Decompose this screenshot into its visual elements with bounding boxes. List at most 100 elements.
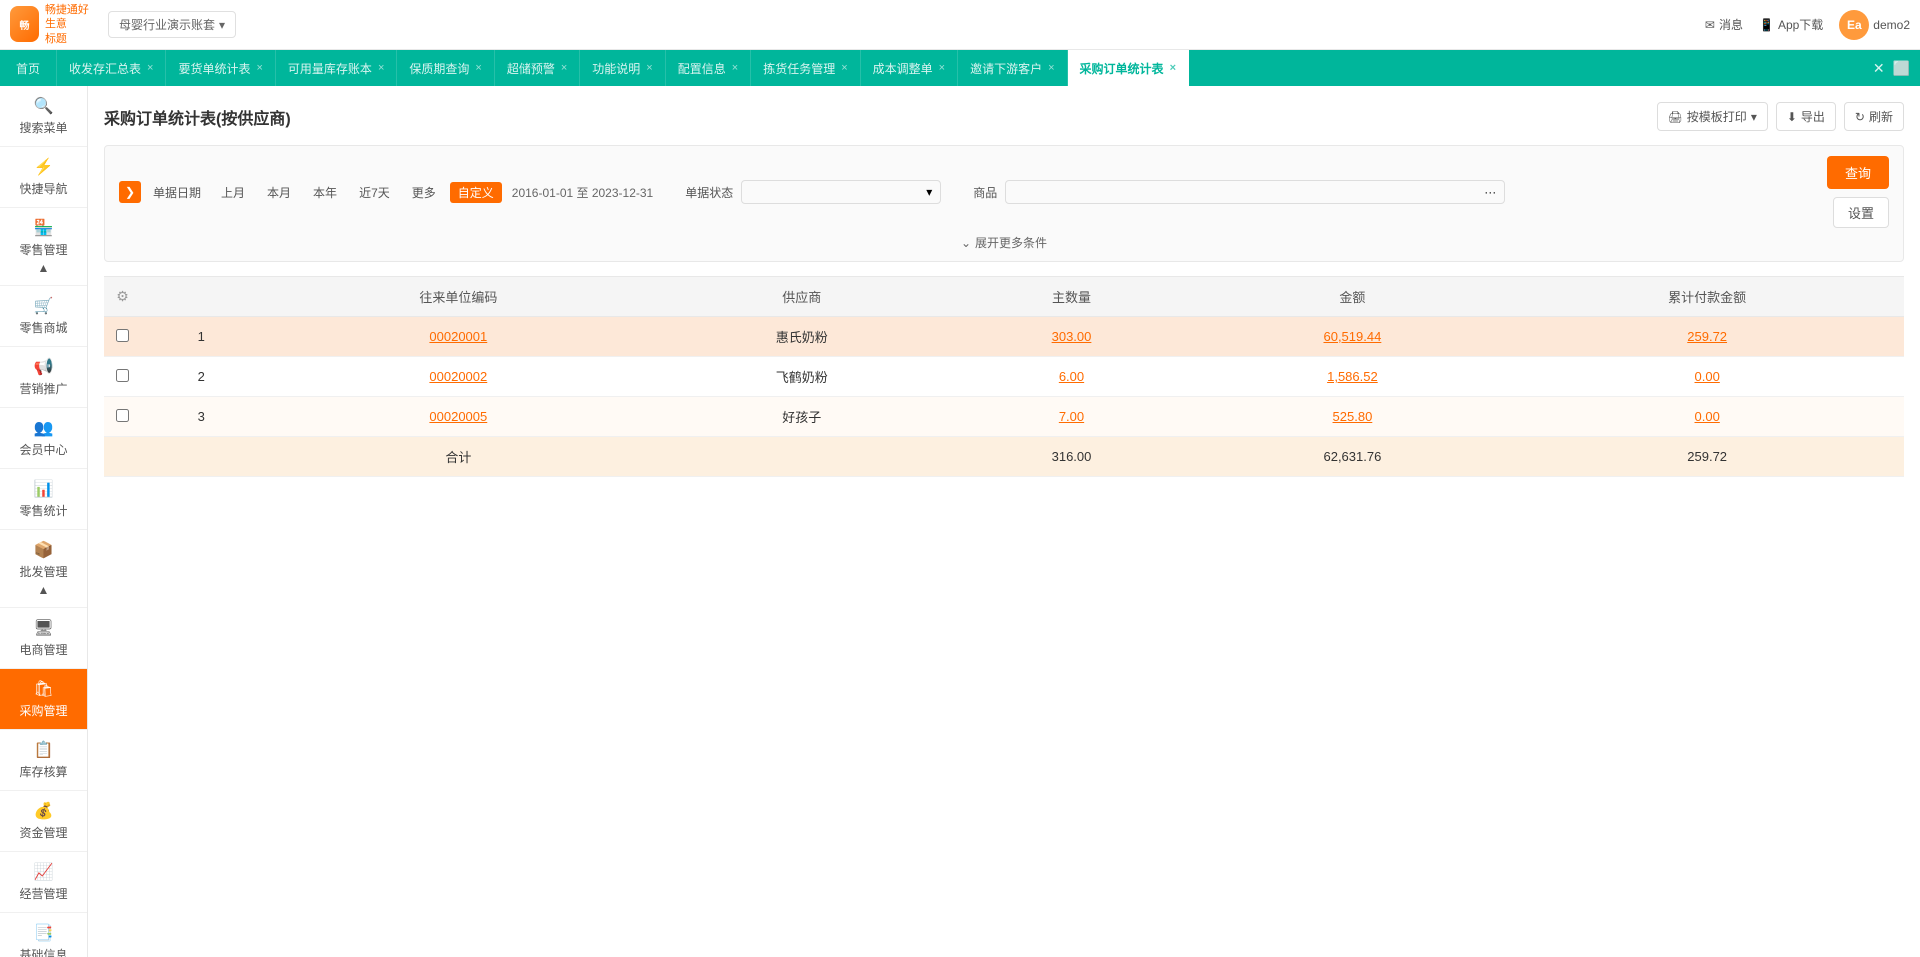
sidebar-item-retailstat[interactable]: 📊 零售统计 (0, 469, 87, 530)
row-checkbox[interactable] (104, 357, 141, 397)
row-quantity[interactable]: 7.00 (948, 397, 1194, 437)
purchase-icon: 🛍 (33, 679, 53, 699)
close-gongneng-icon[interactable]: × (646, 62, 652, 74)
tab-jianhuo[interactable]: 拣货任务管理 × (751, 50, 860, 86)
tab-gongneng[interactable]: 功能说明 × (580, 50, 665, 86)
row-quantity[interactable]: 303.00 (948, 317, 1194, 357)
tab-chaochu[interactable]: 超储预警 × (495, 50, 580, 86)
tab-yaoqing[interactable]: 邀请下游客户 × (958, 50, 1067, 86)
row-code[interactable]: 00020005 (262, 397, 656, 437)
row-amount[interactable]: 1,586.52 (1195, 357, 1511, 397)
goods-label: 商品 (973, 184, 997, 201)
th-index (141, 277, 262, 317)
sidebar-item-ecommerce[interactable]: 🖥 电商管理 (0, 608, 87, 669)
filter-toggle-button[interactable]: ❯ (119, 181, 141, 203)
close-all-icon[interactable]: ✕ (1873, 60, 1885, 77)
data-table: ⚙ 往来单位编码 供应商 主数量 金额 累计付款金额 1 00020001 惠氏… (104, 276, 1904, 477)
refresh-button[interactable]: ↻ 刷新 (1844, 102, 1904, 131)
sidebar-item-shop[interactable]: 🛒 零售商城 (0, 286, 87, 347)
row-checkbox[interactable] (104, 317, 141, 357)
app-download-button[interactable]: 📱 App下载 (1759, 16, 1823, 33)
row-code[interactable]: 00020002 (262, 357, 656, 397)
mobile-icon: 📱 (1759, 18, 1774, 32)
page-header: 采购订单统计表(按供应商) 🖨 按模板打印 ▾ ⬇ 导出 ↻ 刷新 (104, 102, 1904, 131)
tab-caigou[interactable]: 采购订单统计表 × (1068, 50, 1189, 86)
search-button[interactable]: 查询 (1827, 156, 1889, 189)
sidebar-item-operations[interactable]: 📈 经营管理 (0, 852, 87, 913)
main-layout: 🔍 搜索菜单 ⚡ 快捷导航 🏪 零售管理 ▲ 🛒 零售商城 📢 营销推广 👥 会… (0, 86, 1920, 957)
sidebar-item-wholesale[interactable]: 📦 批发管理 ▲ (0, 530, 87, 608)
footer-label: 合计 (262, 437, 656, 477)
row-amount[interactable]: 60,519.44 (1195, 317, 1511, 357)
date-btn-this-month[interactable]: 本月 (259, 182, 299, 203)
maximize-icon[interactable]: ⬜ (1893, 60, 1910, 77)
row-code[interactable]: 00020001 (262, 317, 656, 357)
sidebar-item-search[interactable]: 🔍 搜索菜单 (0, 86, 87, 147)
close-yaohuo-icon[interactable]: × (256, 62, 262, 74)
date-btn-7days[interactable]: 近7天 (351, 182, 398, 203)
close-baozhi-icon[interactable]: × (475, 62, 481, 74)
row-index: 3 (141, 397, 262, 437)
marketing-icon: 📢 (34, 357, 54, 377)
th-code: 往来单位编码 (262, 277, 656, 317)
row-paid[interactable]: 0.00 (1510, 357, 1904, 397)
row-supplier: 惠氏奶粉 (655, 317, 948, 357)
sidebar-item-inventory[interactable]: 📋 库存核算 (0, 730, 87, 791)
tab-yaohuo[interactable]: 要货单统计表 × (166, 50, 275, 86)
row-paid[interactable]: 0.00 (1510, 397, 1904, 437)
footer-quantity: 316.00 (948, 437, 1194, 477)
retail-arrow-icon: ▲ (38, 261, 50, 275)
row-paid[interactable]: 259.72 (1510, 317, 1904, 357)
close-caigou-icon[interactable]: × (1170, 62, 1176, 74)
date-btn-this-year[interactable]: 本年 (305, 182, 345, 203)
nav-tabs: 首页 收发存汇总表 × 要货单统计表 × 可用量库存账本 × 保质期查询 × 超… (0, 50, 1920, 86)
date-shortcuts: 上月 本月 本年 近7天 更多 自定义 2016-01-01 至 2023-12… (213, 182, 653, 203)
row-checkbox[interactable] (104, 397, 141, 437)
close-peizhi-icon[interactable]: × (732, 62, 738, 74)
table-header-row: ⚙ 往来单位编码 供应商 主数量 金额 累计付款金额 (104, 277, 1904, 317)
sidebar-item-retail[interactable]: 🏪 零售管理 ▲ (0, 208, 87, 286)
user-profile[interactable]: Ea demo2 (1839, 10, 1910, 40)
goods-input[interactable]: ··· (1005, 180, 1505, 204)
tab-shoufacun[interactable]: 收发存汇总表 × (57, 50, 166, 86)
close-yaoqing-icon[interactable]: × (1048, 62, 1054, 74)
th-amount: 金额 (1195, 277, 1511, 317)
close-jianhuo-icon[interactable]: × (841, 62, 847, 74)
sidebar-item-marketing[interactable]: 📢 营销推广 (0, 347, 87, 408)
shop-icon: 🛒 (34, 296, 54, 316)
tab-keyongliang[interactable]: 可用量库存账本 × (276, 50, 397, 86)
sidebar-item-finance[interactable]: 💰 资金管理 (0, 791, 87, 852)
search-actions: 查询 设置 (1827, 156, 1889, 228)
expand-more-button[interactable]: ⌄ 展开更多条件 (961, 234, 1047, 251)
filter-area: ❯ 单据日期 上月 本月 本年 近7天 更多 自定义 2016-01-01 至 … (104, 145, 1904, 262)
sidebar: 🔍 搜索菜单 ⚡ 快捷导航 🏪 零售管理 ▲ 🛒 零售商城 📢 营销推广 👥 会… (0, 86, 88, 957)
tab-baozhi[interactable]: 保质期查询 × (397, 50, 494, 86)
member-icon: 👥 (34, 418, 54, 438)
goods-more-icon: ··· (1484, 185, 1496, 199)
tab-chengben[interactable]: 成本调整单 × (861, 50, 958, 86)
date-btn-last-month[interactable]: 上月 (213, 182, 253, 203)
sidebar-item-baseinfo[interactable]: 📑 基础信息 (0, 913, 87, 957)
close-keyongliang-icon[interactable]: × (378, 62, 384, 74)
sidebar-item-purchase[interactable]: 🛍 采购管理 (0, 669, 87, 730)
setting-button[interactable]: 设置 (1833, 197, 1889, 228)
close-shoufacun-icon[interactable]: × (147, 62, 153, 74)
close-chaochu-icon[interactable]: × (561, 62, 567, 74)
th-settings[interactable]: ⚙ (104, 277, 141, 317)
message-button[interactable]: ✉ 消息 (1705, 16, 1743, 33)
date-btn-more[interactable]: 更多 (404, 182, 444, 203)
tab-home[interactable]: 首页 (0, 50, 57, 86)
sidebar-item-quicknav[interactable]: ⚡ 快捷导航 (0, 147, 87, 208)
export-button[interactable]: ⬇ 导出 (1776, 102, 1836, 131)
row-amount[interactable]: 525.80 (1195, 397, 1511, 437)
print-dropdown-icon: ▾ (1751, 110, 1757, 124)
tab-peizhi[interactable]: 配置信息 × (666, 50, 751, 86)
sidebar-item-member[interactable]: 👥 会员中心 (0, 408, 87, 469)
print-button[interactable]: 🖨 按模板打印 ▾ (1657, 102, 1768, 131)
close-chengben-icon[interactable]: × (939, 62, 945, 74)
row-quantity[interactable]: 6.00 (948, 357, 1194, 397)
footer-index (141, 437, 262, 477)
date-custom-button[interactable]: 自定义 (450, 182, 502, 203)
workspace-selector[interactable]: 母婴行业演示账套 ▾ (108, 11, 236, 38)
status-dropdown[interactable]: ▾ (741, 180, 941, 204)
